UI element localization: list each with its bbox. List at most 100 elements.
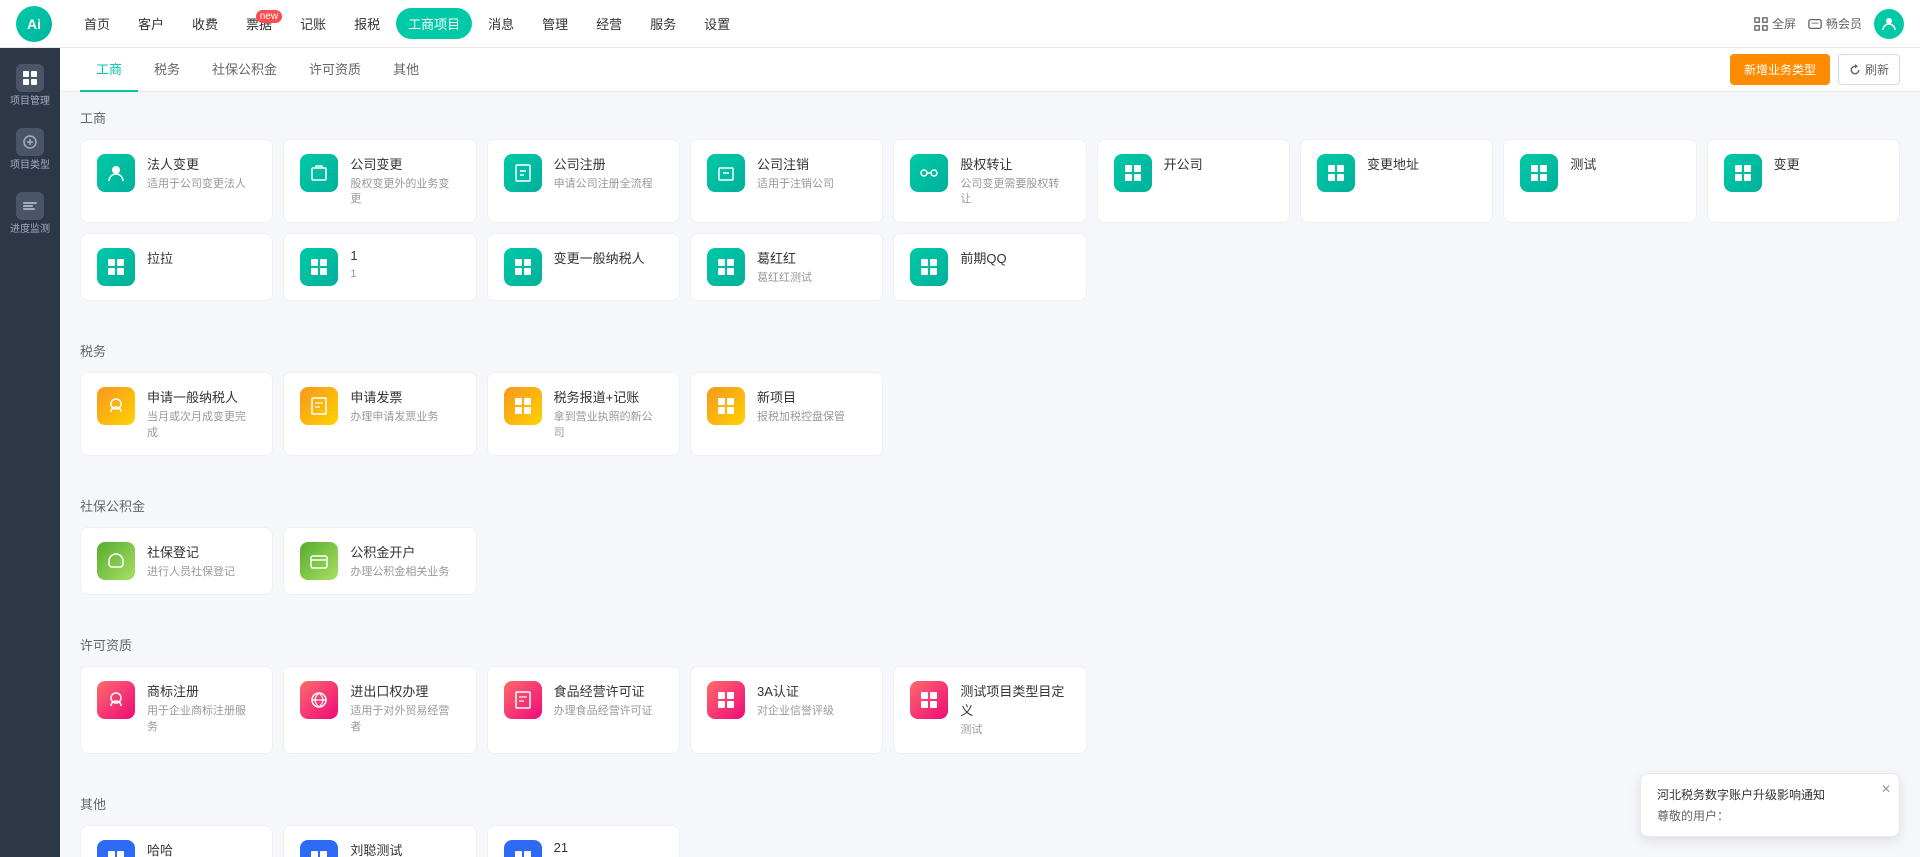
card-icon-qq bbox=[910, 248, 948, 286]
cards-grid-qita: 哈哈 刘聪测试 测试 21 bbox=[80, 825, 1900, 857]
card-icon-open-company bbox=[1114, 154, 1152, 192]
nav-right: 全屏 畅会员 bbox=[1754, 9, 1904, 39]
project-manage-icon bbox=[16, 64, 44, 92]
card-info-faren: 法人变更 适用于公司变更法人 bbox=[147, 154, 256, 192]
card-icon-new-project bbox=[707, 387, 745, 425]
card-import-export[interactable]: 进出口权办理 适用于对外贸易经营者 bbox=[283, 666, 476, 753]
card-guquan-zhuanrang[interactable]: 股权转让 公司变更需要股权转让 bbox=[893, 139, 1086, 223]
card-biangeng2[interactable]: 变更 bbox=[1707, 139, 1900, 223]
card-icon-liucong bbox=[300, 840, 338, 857]
nav-bill[interactable]: 票据 new bbox=[234, 8, 284, 39]
card-apply-invoice[interactable]: 申请发票 办理申请发票业务 bbox=[283, 372, 476, 456]
card-icon-gehh bbox=[707, 248, 745, 286]
card-ceshi[interactable]: 测试 bbox=[1503, 139, 1696, 223]
tab-shebao[interactable]: 社保公积金 bbox=[196, 48, 293, 92]
section-title-qita: 其他 bbox=[80, 794, 1900, 813]
card-icon-food bbox=[504, 681, 542, 719]
card-icon-cancel bbox=[707, 154, 745, 192]
card-21[interactable]: 21 1 bbox=[487, 825, 680, 857]
fullscreen-btn[interactable]: 全屏 bbox=[1754, 15, 1796, 32]
card-faren-biangeng[interactable]: 法人变更 适用于公司变更法人 bbox=[80, 139, 273, 223]
vip-icon bbox=[1808, 17, 1822, 31]
card-icon-apply-general bbox=[97, 387, 135, 425]
card-new-project[interactable]: 新项目 报税加税控盘保管 bbox=[690, 372, 883, 456]
card-biangeng-dizhi[interactable]: 变更地址 bbox=[1300, 139, 1493, 223]
tab-qita[interactable]: 其他 bbox=[377, 48, 435, 92]
refresh-icon bbox=[1849, 64, 1861, 76]
logo: Ai bbox=[16, 6, 52, 42]
card-biangeng-納稅[interactable]: 变更一般纳税人 bbox=[487, 233, 680, 301]
card-gongsi-biangeng[interactable]: 公司变更 股权变更外的业务变更 bbox=[283, 139, 476, 223]
notif-title: 河北税务数字账户升级影响通知 bbox=[1657, 786, 1883, 803]
section-title-shebao: 社保公积金 bbox=[80, 496, 1900, 515]
section-gongshang: 工商 法人变更 适用于公司变更法人 公司变更 bbox=[60, 92, 1920, 325]
card-icon-lala bbox=[97, 248, 135, 286]
card-shebao-dengji[interactable]: 社保登记 进行人员社保登记 bbox=[80, 527, 273, 595]
cards-grid-xuke: 商标注册 用于企业商标注册服务 进出口权办理 适用于对外贸易经营者 bbox=[80, 666, 1900, 753]
card-icon-change2 bbox=[1724, 154, 1762, 192]
content-header: 工商 税务 社保公积金 许可资质 其他 新增业务类型 刷新 bbox=[60, 48, 1920, 92]
notification-popup: ✕ 河北税务数字账户升级影响通知 尊敬的用户： bbox=[1640, 773, 1900, 837]
nav-manage[interactable]: 管理 bbox=[530, 8, 580, 39]
card-gongjijin-kaihu[interactable]: 公积金开户 办理公积金相关业务 bbox=[283, 527, 476, 595]
user-icon bbox=[1881, 16, 1897, 32]
card-food-license[interactable]: 食品经营许可证 办理食品经营许可证 bbox=[487, 666, 680, 753]
card-trademark[interactable]: 商标注册 用于企业商标注册服务 bbox=[80, 666, 273, 753]
sidebar-item-progress[interactable]: 进度监测 bbox=[0, 184, 60, 244]
nav-operation[interactable]: 经营 bbox=[584, 8, 634, 39]
card-icon-address bbox=[1317, 154, 1355, 192]
card-liucong-test[interactable]: 刘聪测试 测试 bbox=[283, 825, 476, 857]
header-actions: 新增业务类型 刷新 bbox=[1730, 54, 1900, 85]
card-icon-import bbox=[300, 681, 338, 719]
refresh-button[interactable]: 刷新 bbox=[1838, 54, 1900, 85]
card-qianqi-qq[interactable]: 前期QQ bbox=[893, 233, 1086, 301]
card-icon-apply-invoice bbox=[300, 387, 338, 425]
card-gongsi-zhuce[interactable]: 公司注册 申请公司注册全流程 bbox=[487, 139, 680, 223]
content: 工商 税务 社保公积金 许可资质 其他 新增业务类型 刷新 工商 bbox=[60, 48, 1920, 857]
notif-close[interactable]: ✕ bbox=[1881, 782, 1891, 796]
card-gehonghong[interactable]: 葛红红 葛红红测试 bbox=[690, 233, 883, 301]
card-3a-cert[interactable]: 3A认证 对企业信誉评级 bbox=[690, 666, 883, 753]
nav-message[interactable]: 消息 bbox=[476, 8, 526, 39]
card-icon-nashi bbox=[504, 248, 542, 286]
nav-business[interactable]: 工商项目 bbox=[396, 8, 472, 39]
tab-gongshang[interactable]: 工商 bbox=[80, 48, 138, 92]
section-shuiwu: 税务 申请一般纳税人 当月或次月成变更完成 申请发票 bbox=[60, 325, 1920, 480]
section-xuke: 许可资质 商标注册 用于企业商标注册服务 进出口权办理 bbox=[60, 619, 1920, 777]
card-icon-tax-plus bbox=[504, 387, 542, 425]
sidebar-item-project-manage[interactable]: 项目管理 bbox=[0, 56, 60, 116]
tab-xuke[interactable]: 许可资质 bbox=[293, 48, 377, 92]
tab-shuiwu[interactable]: 税务 bbox=[138, 48, 196, 92]
avatar[interactable] bbox=[1874, 9, 1904, 39]
nav-bookkeeping[interactable]: 记账 bbox=[288, 8, 338, 39]
card-1[interactable]: 1 1 bbox=[283, 233, 476, 301]
notif-content: 尊敬的用户： bbox=[1657, 807, 1883, 824]
nav-charge[interactable]: 收费 bbox=[180, 8, 230, 39]
card-icon-social bbox=[97, 542, 135, 580]
nav-customer[interactable]: 客户 bbox=[126, 8, 176, 39]
fullscreen-icon bbox=[1754, 17, 1768, 31]
card-gongsi-zhuxiao[interactable]: 公司注销 适用于注销公司 bbox=[690, 139, 883, 223]
nav-tax[interactable]: 报税 bbox=[342, 8, 392, 39]
card-test-type-def[interactable]: 测试项目类型目定义 测试 bbox=[893, 666, 1086, 753]
card-lala[interactable]: 拉拉 bbox=[80, 233, 273, 301]
card-icon-faren bbox=[97, 154, 135, 192]
card-kai-gongsi[interactable]: 开公司 bbox=[1097, 139, 1290, 223]
card-icon-test-type bbox=[910, 681, 948, 719]
top-nav: Ai 首页 客户 收费 票据 new 记账 报税 工商项目 消息 管理 经营 服… bbox=[0, 0, 1920, 48]
progress-icon bbox=[16, 192, 44, 220]
nav-service[interactable]: 服务 bbox=[638, 8, 688, 39]
nav-home[interactable]: 首页 bbox=[72, 8, 122, 39]
card-haha[interactable]: 哈哈 bbox=[80, 825, 273, 857]
cards-grid-shebao: 社保登记 进行人员社保登记 公积金开户 办理公积金相关业务 bbox=[80, 527, 1900, 595]
nav-settings[interactable]: 设置 bbox=[692, 8, 742, 39]
new-type-button[interactable]: 新增业务类型 bbox=[1730, 54, 1830, 85]
project-type-icon bbox=[16, 128, 44, 156]
vip-btn[interactable]: 畅会员 bbox=[1808, 15, 1862, 32]
card-tax-plus[interactable]: 税务报道+记账 拿到营业执照的新公司 bbox=[487, 372, 680, 456]
card-icon-haha bbox=[97, 840, 135, 857]
card-icon-fund bbox=[300, 542, 338, 580]
main-layout: 项目管理 项目类型 进度监测 工商 税务 社保公积金 许可资质 其他 新增业务类… bbox=[0, 48, 1920, 857]
sidebar-item-project-type[interactable]: 项目类型 bbox=[0, 120, 60, 180]
card-apply-general[interactable]: 申请一般纳税人 当月或次月成变更完成 bbox=[80, 372, 273, 456]
